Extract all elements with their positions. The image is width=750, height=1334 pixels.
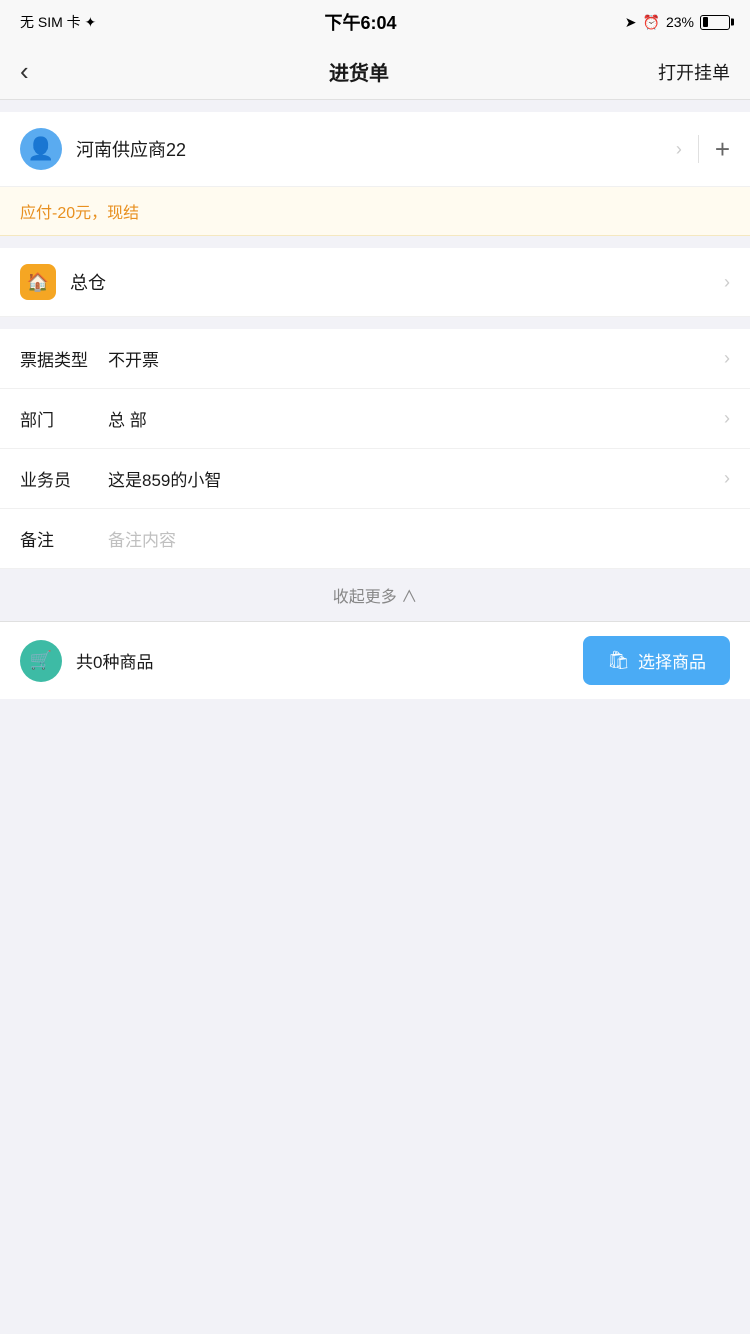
department-label: 部门 [20,406,108,431]
supplier-vertical-divider [698,135,699,163]
warehouse-row[interactable]: 🏠 总仓 › [0,248,750,317]
department-chevron-icon: › [724,408,730,429]
cart-icon: 🛒 [30,650,52,671]
gray-area [0,699,750,999]
product-count: 共0种商品 [76,648,583,673]
collapse-text: 收起更多 ∧ [333,583,417,607]
nav-bar: ‹ 进货单 打开挂单 [0,44,750,100]
battery-percent: 23% [666,14,694,30]
department-value: 总 部 [108,406,724,431]
salesperson-chevron-icon: › [724,468,730,489]
supplier-name: 河南供应商22 [76,136,676,162]
section-divider-1 [0,100,750,112]
department-row[interactable]: 部门 总 部 › [0,389,750,449]
status-bar: 无 SIM 卡 ✦ 下午6:04 ➤ ⏰ 23% [0,0,750,44]
location-icon: ➤ [625,14,637,31]
salesperson-label: 业务员 [20,466,108,491]
warehouse-name: 总仓 [70,269,724,295]
open-pending-button[interactable]: 打开挂单 [658,59,730,85]
remark-row[interactable]: 备注 备注内容 [0,509,750,569]
warning-banner: 应付-20元，现结 [0,187,750,236]
invoice-type-chevron-icon: › [724,348,730,369]
status-left: 无 SIM 卡 ✦ [20,12,96,32]
form-card: 票据类型 不开票 › 部门 总 部 › 业务员 这是859的小智 › 备注 备注… [0,329,750,569]
product-bar: 🛒 共0种商品 🛍 选择商品 [0,621,750,699]
salesperson-value: 这是859的小智 [108,466,724,491]
invoice-type-row[interactable]: 票据类型 不开票 › [0,329,750,389]
supplier-chevron-icon: › [676,139,682,160]
status-time: 下午6:04 [325,9,397,35]
supplier-card: 👤 河南供应商22 › + 应付-20元，现结 [0,112,750,236]
alarm-icon: ⏰ [643,14,660,31]
select-product-button[interactable]: 🛍 选择商品 [583,636,730,685]
warehouse-card: 🏠 总仓 › [0,248,750,317]
battery-icon [700,15,730,30]
supplier-row[interactable]: 👤 河南供应商22 › + [0,112,750,187]
select-product-label: 选择商品 [638,648,706,673]
collapse-row[interactable]: 收起更多 ∧ [0,569,750,621]
invoice-type-label: 票据类型 [20,346,108,371]
section-divider-3 [0,317,750,329]
supplier-avatar: 👤 [20,128,62,170]
select-product-icon: 🛍 [607,650,630,671]
house-icon: 🏠 [27,272,49,293]
status-right: ➤ ⏰ 23% [625,14,730,31]
warehouse-chevron-icon: › [724,272,730,293]
remark-placeholder: 备注内容 [108,526,730,551]
invoice-type-value: 不开票 [108,346,724,371]
product-cart-icon: 🛒 [20,640,62,682]
supplier-add-button[interactable]: + [715,134,730,165]
warehouse-icon: 🏠 [20,264,56,300]
back-button[interactable]: ‹ [20,56,60,87]
salesperson-row[interactable]: 业务员 这是859的小智 › [0,449,750,509]
section-divider-2 [0,236,750,248]
user-icon: 👤 [27,136,54,162]
page-title: 进货单 [329,57,389,86]
remark-label: 备注 [20,526,108,551]
